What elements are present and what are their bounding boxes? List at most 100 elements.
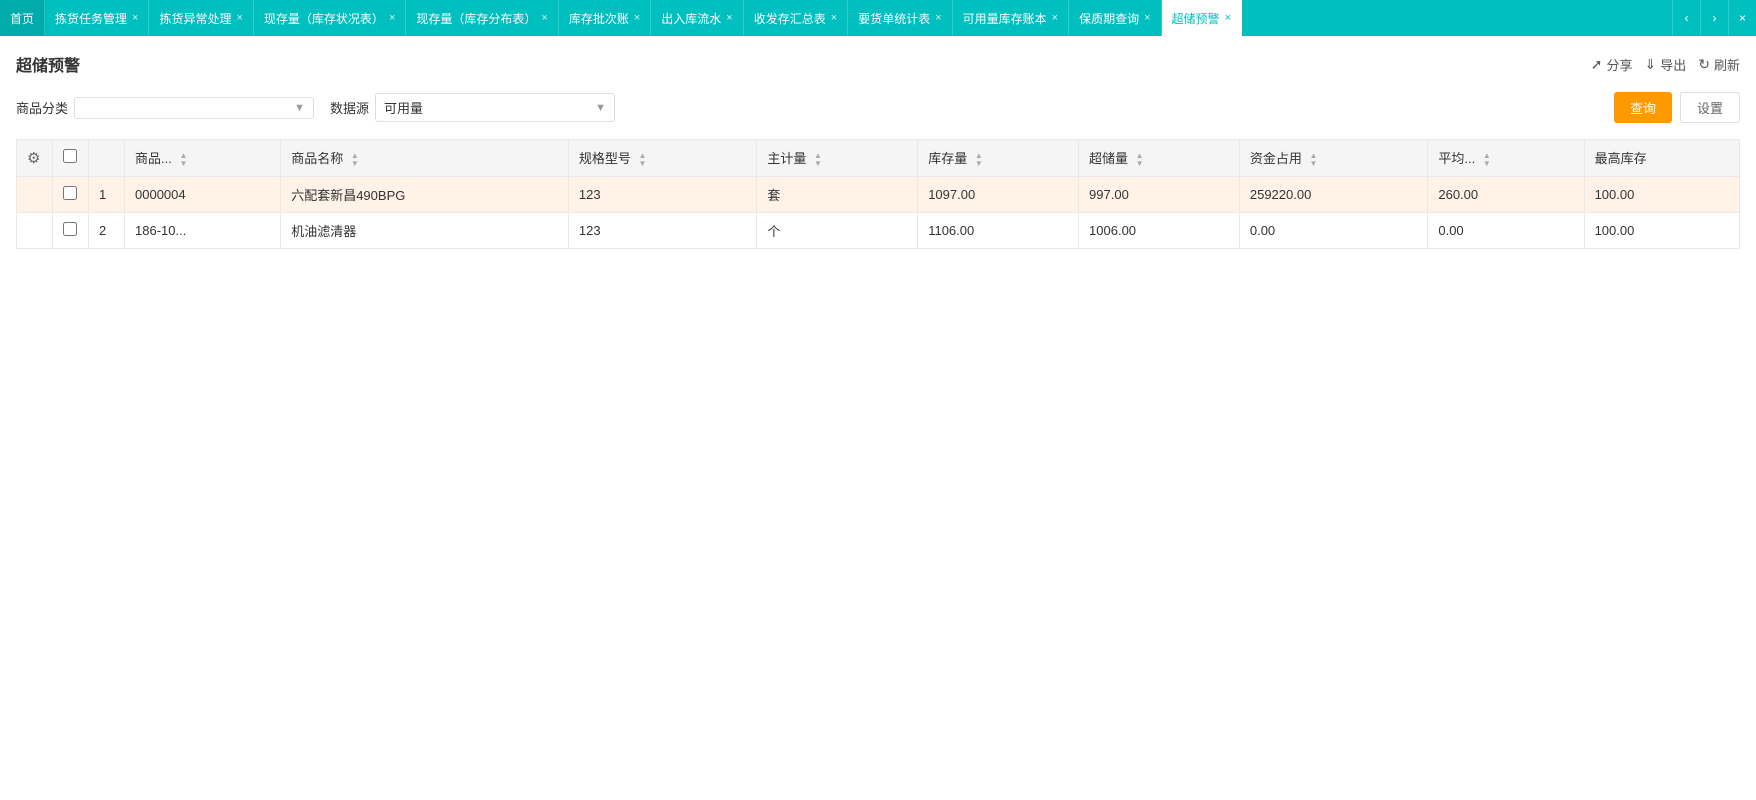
settings-gear-icon[interactable]: ⚙ [27, 150, 40, 167]
nav-arrow-right[interactable]: › [1700, 0, 1728, 36]
refresh-icon: ↻ [1698, 56, 1710, 73]
row-stock: 1097.00 [918, 176, 1079, 212]
row-spec: 123 [568, 212, 757, 248]
nav-item-available-account[interactable]: 可用量库存账本 × [953, 0, 1069, 36]
nav-item-inout-flow[interactable]: 出入库流水 × [651, 0, 743, 36]
datasource-select[interactable]: 可用量 ▼ [375, 93, 615, 122]
nav-close-abnormal[interactable]: × [236, 12, 242, 24]
share-button[interactable]: ➚ 分享 [1591, 55, 1633, 74]
row-max-stock: 100.00 [1584, 212, 1739, 248]
datasource-filter-group: 数据源 可用量 ▼ [330, 93, 615, 122]
th-overstock[interactable]: 超储量 ▲ ▼ [1079, 140, 1240, 177]
row-number: 1 [89, 176, 125, 212]
nav-close-inventory-status[interactable]: × [389, 12, 395, 24]
top-navigation: 首页 拣货任务管理 × 拣货异常处理 × 现存量（库存状况表） × 现存量（库存… [0, 0, 1756, 36]
table-row: 1 0000004 六配套新昌490BPG 123 套 1097.00 997.… [17, 176, 1740, 212]
row-max-stock: 100.00 [1584, 176, 1739, 212]
data-table: ⚙ 商品... ▲ ▼ 商品名称 ▲ ▼ [16, 139, 1740, 249]
datasource-dropdown-icon: ▼ [595, 102, 606, 114]
th-checkbox [53, 140, 89, 177]
category-select[interactable]: ▼ [74, 97, 314, 119]
nav-item-quality-check[interactable]: 保质期查询 × [1069, 0, 1161, 36]
row-settings-cell [17, 176, 53, 212]
nav-close-inventory-dist[interactable]: × [541, 12, 547, 24]
sort-capital-icon: ▲ ▼ [1310, 152, 1318, 168]
nav-close-batch-account[interactable]: × [634, 12, 640, 24]
nav-close-task-mgmt[interactable]: × [132, 12, 138, 24]
nav-item-inventory-dist[interactable]: 现存量（库存分布表） × [406, 0, 558, 36]
th-avg[interactable]: 平均... ▲ ▼ [1428, 140, 1584, 177]
nav-item-overstock-warning[interactable]: 超储预警 × [1162, 0, 1242, 36]
datasource-select-value: 可用量 [384, 98, 423, 117]
nav-close-order-stats[interactable]: × [935, 12, 941, 24]
row-capital: 259220.00 [1239, 176, 1428, 212]
settings-button[interactable]: 设置 [1680, 92, 1740, 123]
th-product-code[interactable]: 商品... ▲ ▼ [125, 140, 281, 177]
sort-overstock-icon: ▲ ▼ [1136, 152, 1144, 168]
row-unit: 套 [757, 176, 918, 212]
row-number: 2 [89, 212, 125, 248]
nav-item-order-stats[interactable]: 要货单统计表 × [848, 0, 952, 36]
th-product-name[interactable]: 商品名称 ▲ ▼ [281, 140, 569, 177]
header-actions: ➚ 分享 ⇓ 导出 ↻ 刷新 [1591, 55, 1740, 74]
table-header-row: ⚙ 商品... ▲ ▼ 商品名称 ▲ ▼ [17, 140, 1740, 177]
row-avg: 260.00 [1428, 176, 1584, 212]
action-buttons: 查询 设置 [1614, 92, 1740, 123]
nav-close-quality-check[interactable]: × [1144, 12, 1150, 24]
nav-arrow-left[interactable]: ‹ [1672, 0, 1700, 36]
row-product-name: 六配套新昌490BPG [281, 176, 569, 212]
row-avg: 0.00 [1428, 212, 1584, 248]
refresh-button[interactable]: ↻ 刷新 [1698, 55, 1740, 74]
row-checkbox-cell[interactable] [53, 212, 89, 248]
nav-close-available-account[interactable]: × [1052, 12, 1058, 24]
th-unit[interactable]: 主计量 ▲ ▼ [757, 140, 918, 177]
th-spec[interactable]: 规格型号 ▲ ▼ [568, 140, 757, 177]
row-checkbox[interactable] [63, 186, 77, 200]
query-button[interactable]: 查询 [1614, 92, 1672, 123]
sort-spec-icon: ▲ ▼ [639, 152, 647, 168]
row-stock: 1106.00 [918, 212, 1079, 248]
th-row-num [89, 140, 125, 177]
main-content: 超储预警 ➚ 分享 ⇓ 导出 ↻ 刷新 商品分类 ▼ 数据源 [0, 36, 1756, 800]
nav-close-inout-flow[interactable]: × [726, 12, 732, 24]
nav-item-abnormal[interactable]: 拣货异常处理 × [149, 0, 253, 36]
sort-unit-icon: ▲ ▼ [814, 152, 822, 168]
th-stock[interactable]: 库存量 ▲ ▼ [918, 140, 1079, 177]
sort-product-name-icon: ▲ ▼ [351, 152, 359, 168]
row-capital: 0.00 [1239, 212, 1428, 248]
export-button[interactable]: ⇓ 导出 [1645, 55, 1687, 74]
nav-arrow-close[interactable]: × [1728, 0, 1756, 36]
row-overstock: 1006.00 [1079, 212, 1240, 248]
row-spec: 123 [568, 176, 757, 212]
table-row: 2 186-10... 机油滤清器 123 个 1106.00 1006.00 … [17, 212, 1740, 248]
nav-close-collect-summary[interactable]: × [831, 12, 837, 24]
row-overstock: 997.00 [1079, 176, 1240, 212]
category-dropdown-icon: ▼ [294, 102, 305, 114]
page-header: 超储预警 ➚ 分享 ⇓ 导出 ↻ 刷新 [16, 52, 1740, 76]
th-capital[interactable]: 资金占用 ▲ ▼ [1239, 140, 1428, 177]
nav-item-batch-account[interactable]: 库存批次账 × [559, 0, 651, 36]
row-product-code: 186-10... [125, 212, 281, 248]
row-checkbox-cell[interactable] [53, 176, 89, 212]
datasource-label: 数据源 [330, 98, 369, 117]
export-icon: ⇓ [1645, 56, 1657, 73]
category-label: 商品分类 [16, 98, 68, 117]
nav-item-collect-summary[interactable]: 收发存汇总表 × [744, 0, 848, 36]
page-title: 超储预警 [16, 52, 80, 76]
nav-close-overstock-warning[interactable]: × [1225, 12, 1231, 24]
category-filter-group: 商品分类 ▼ [16, 97, 314, 119]
nav-item-task-mgmt[interactable]: 拣货任务管理 × [45, 0, 149, 36]
sort-avg-icon: ▲ ▼ [1483, 152, 1491, 168]
nav-arrows-container: ‹ › × [1672, 0, 1756, 36]
nav-item-inventory-status[interactable]: 现存量（库存状况表） × [254, 0, 406, 36]
row-settings-cell [17, 212, 53, 248]
share-icon: ➚ [1591, 56, 1603, 73]
row-product-name: 机油滤清器 [281, 212, 569, 248]
sort-stock-icon: ▲ ▼ [975, 152, 983, 168]
th-max-stock: 最高库存 [1584, 140, 1739, 177]
row-checkbox[interactable] [63, 222, 77, 236]
row-unit: 个 [757, 212, 918, 248]
th-settings: ⚙ [17, 140, 53, 177]
nav-item-home[interactable]: 首页 [0, 0, 45, 36]
select-all-checkbox[interactable] [63, 149, 77, 163]
